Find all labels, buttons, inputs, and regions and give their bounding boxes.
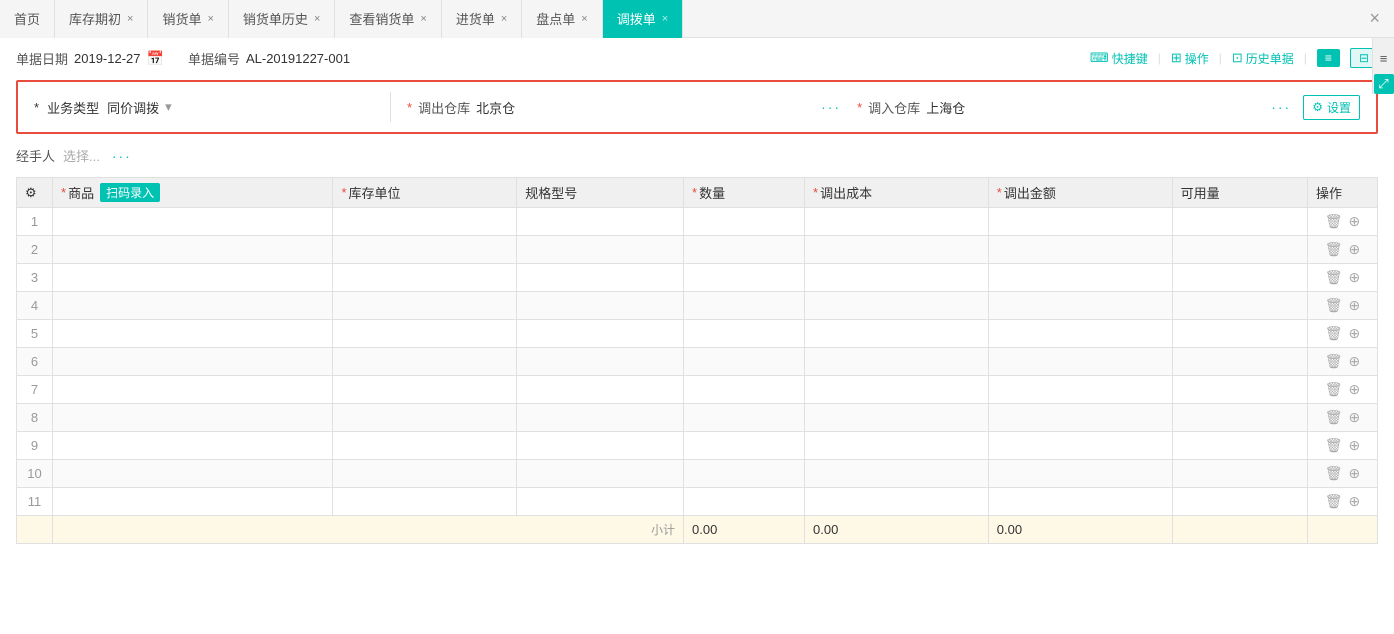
copy-icon[interactable]: ⊕ — [1349, 297, 1361, 314]
sidebar-expand-icon[interactable]: ⤢ — [1374, 74, 1394, 94]
tab-inventory-init[interactable]: 库存期初 × — [55, 0, 148, 38]
delete-icon[interactable]: 🗑 — [1325, 269, 1343, 286]
copy-icon[interactable]: ⊕ — [1349, 465, 1361, 482]
transfer-out-more-button[interactable]: ··· — [821, 99, 841, 115]
delete-icon[interactable]: 🗑 — [1325, 437, 1343, 454]
table-row: 2🗑⊕ — [17, 236, 1378, 264]
transfer-in-more-button[interactable]: ··· — [1271, 99, 1291, 115]
table-header-row: ⚙ * 商品 扫码录入 * 库存单位 规格型号 — [17, 178, 1378, 208]
tab-view-sales[interactable]: 查看销货单 × — [335, 0, 441, 38]
operate-icon: ⊞ — [1171, 50, 1182, 66]
transfer-out-field: * 调出仓库 北京仓 ··· — [407, 98, 841, 117]
delete-icon[interactable]: 🗑 — [1325, 409, 1343, 426]
th-available: 可用量 — [1172, 178, 1307, 208]
business-type-group: * 业务类型 同价调拨 ▾ — [34, 98, 374, 117]
doc-header: 单据日期 2019-12-27 📅 单据编号 AL-20191227-001 ⌨… — [16, 48, 1378, 68]
tab-bar: 首页 库存期初 × 销货单 × 销货单历史 × 查看销货单 × 进货单 × 盘点… — [0, 0, 1394, 38]
form-section: * 业务类型 同价调拨 ▾ * 调出仓库 北京仓 ··· * 调入仓库 上海仓 … — [16, 80, 1378, 134]
table-row: 10🗑⊕ — [17, 460, 1378, 488]
doc-header-actions: ⌨ 快捷键 | ⊞ 操作 | ⊡ 历史单据 | ≡ ⊟ — [1090, 48, 1378, 68]
settings-gear-icon[interactable]: ⚙ — [25, 185, 37, 200]
th-cost: * 调出成本 — [805, 178, 989, 208]
tab-sales-history[interactable]: 销货单历史 × — [229, 0, 335, 38]
copy-icon[interactable]: ⊕ — [1349, 213, 1361, 230]
main-content: 单据日期 2019-12-27 📅 单据编号 AL-20191227-001 ⌨… — [0, 38, 1394, 554]
handler-select[interactable]: 选择... — [63, 146, 100, 165]
table-row: 8🗑⊕ — [17, 404, 1378, 432]
business-type-select[interactable]: 同价调拨 ▾ — [107, 98, 307, 117]
tab-close-inventory-init[interactable]: × — [127, 13, 133, 25]
delete-icon[interactable]: 🗑 — [1325, 241, 1343, 258]
th-amount: * 调出金额 — [988, 178, 1172, 208]
copy-icon[interactable]: ⊕ — [1349, 353, 1361, 370]
th-unit: * 库存单位 — [333, 178, 517, 208]
transfer-in-field: * 调入仓库 上海仓 ··· — [857, 98, 1291, 117]
copy-icon[interactable]: ⊕ — [1349, 409, 1361, 426]
sidebar-list-icon[interactable]: ≡ — [1374, 48, 1394, 68]
subtotal-label: 小计 — [53, 516, 684, 544]
handler-row: 经手人 选择... ··· — [16, 146, 1378, 165]
th-spec: 规格型号 — [517, 178, 684, 208]
gear-icon: ⚙ — [1312, 100, 1323, 114]
doc-date-field: 单据日期 2019-12-27 📅 — [16, 49, 164, 68]
tab-close-view-sales[interactable]: × — [420, 13, 426, 25]
delete-icon[interactable]: 🗑 — [1325, 297, 1343, 314]
history-action[interactable]: ⊡ 历史单据 — [1232, 50, 1294, 67]
tab-bar-close-button[interactable]: × — [1355, 8, 1394, 29]
table-row: 9🗑⊕ — [17, 432, 1378, 460]
delete-icon[interactable]: 🗑 — [1325, 325, 1343, 342]
tab-sales-order[interactable]: 销货单 × — [148, 0, 228, 38]
tab-inventory[interactable]: 盘点单 × — [522, 0, 602, 38]
delete-icon[interactable]: 🗑 — [1325, 353, 1343, 370]
tab-transfer[interactable]: 调拨单 × — [603, 0, 683, 38]
th-product: * 商品 扫码录入 — [53, 178, 333, 208]
delete-icon[interactable]: 🗑 — [1325, 493, 1343, 510]
tab-close-inventory[interactable]: × — [581, 13, 587, 25]
copy-icon[interactable]: ⊕ — [1349, 269, 1361, 286]
tab-close-sales-order[interactable]: × — [207, 13, 213, 25]
data-table: ⚙ * 商品 扫码录入 * 库存单位 规格型号 — [16, 177, 1378, 544]
delete-icon[interactable]: 🗑 — [1325, 381, 1343, 398]
subtotal-row: 小计 0.00 0.00 0.00 — [17, 516, 1378, 544]
doc-number-field: 单据编号 AL-20191227-001 — [188, 49, 350, 68]
tab-close-sales-history[interactable]: × — [314, 13, 320, 25]
operate-action[interactable]: ⊞ 操作 — [1171, 50, 1209, 67]
handler-more-button[interactable]: ··· — [112, 148, 132, 164]
table-row: 6🗑⊕ — [17, 348, 1378, 376]
copy-icon[interactable]: ⊕ — [1349, 437, 1361, 454]
tab-home[interactable]: 首页 — [0, 0, 55, 38]
table-row: 1🗑⊕ — [17, 208, 1378, 236]
tab-close-transfer[interactable]: × — [662, 13, 668, 25]
calendar-icon[interactable]: 📅 — [147, 50, 164, 67]
delete-icon[interactable]: 🗑 — [1325, 213, 1343, 230]
shortcut-icon: ⌨ — [1090, 50, 1109, 66]
subtotal-cost: 0.00 — [805, 516, 989, 544]
delete-icon[interactable]: 🗑 — [1325, 465, 1343, 482]
right-sidebar: ≡ ⤢ — [1372, 38, 1394, 94]
settings-button[interactable]: ⚙ 设置 — [1303, 95, 1360, 120]
table-row: 3🗑⊕ — [17, 264, 1378, 292]
subtotal-qty: 0.00 — [684, 516, 805, 544]
shortcut-action[interactable]: ⌨ 快捷键 — [1090, 50, 1148, 67]
table-row: 4🗑⊕ — [17, 292, 1378, 320]
th-qty: * 数量 — [684, 178, 805, 208]
history-icon: ⊡ — [1232, 50, 1243, 66]
th-settings[interactable]: ⚙ — [17, 178, 53, 208]
copy-icon[interactable]: ⊕ — [1349, 493, 1361, 510]
tab-close-purchase[interactable]: × — [501, 13, 507, 25]
scan-button[interactable]: 扫码录入 — [100, 183, 160, 202]
layout-button-1[interactable]: ≡ — [1317, 49, 1340, 67]
table-row: 5🗑⊕ — [17, 320, 1378, 348]
table-row: 11🗑⊕ — [17, 488, 1378, 516]
copy-icon[interactable]: ⊕ — [1349, 381, 1361, 398]
th-action: 操作 — [1308, 178, 1378, 208]
tab-purchase[interactable]: 进货单 × — [442, 0, 522, 38]
table-row: 7🗑⊕ — [17, 376, 1378, 404]
copy-icon[interactable]: ⊕ — [1349, 325, 1361, 342]
copy-icon[interactable]: ⊕ — [1349, 241, 1361, 258]
business-type-arrow-icon[interactable]: ▾ — [165, 99, 172, 115]
subtotal-amount: 0.00 — [988, 516, 1172, 544]
